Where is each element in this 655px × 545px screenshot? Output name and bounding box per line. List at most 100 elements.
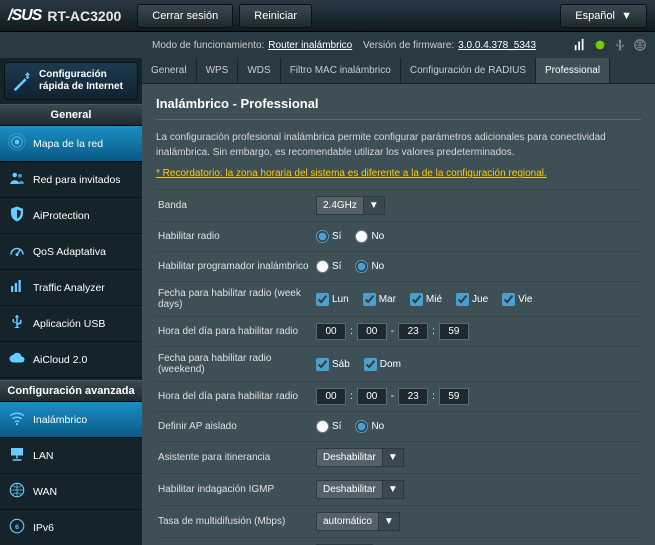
sidebar-item-label: AiCloud 2.0 [33,354,87,366]
day-Vie[interactable]: Vie [502,293,532,306]
hour1-h2[interactable] [398,323,428,340]
wan-icon [8,481,26,502]
enable-sched-label: Habilitar programador inalámbrico [156,261,316,272]
sidebar-header-general: General [0,104,142,126]
sidebar-item-label: Aplicación USB [33,318,105,330]
page-description: La configuración profesional inalámbrica… [156,130,641,160]
igmp-select[interactable]: Deshabilitar▼ [316,480,404,499]
isolated-yes[interactable]: Sí [316,420,341,433]
qos-icon [8,241,26,262]
quick-setup-button[interactable]: Configuración rápida de Internet [4,62,138,100]
sidebar-item-label: LAN [33,450,53,462]
sidebar-item-label: Traffic Analyzer [33,282,105,294]
sidebar-item-label: WAN [33,486,57,498]
cloud-icon [8,349,26,370]
sidebar-item-label: Red para invitados [33,174,121,186]
sidebar-header-advanced: Configuración avanzada [0,380,142,402]
enable-radio-no[interactable]: No [355,230,384,243]
content-area: GeneralWPSWDSFiltro MAC inalámbricoConfi… [142,58,655,545]
sidebar-item-wan[interactable]: WAN [0,474,142,510]
brand-logo: /SUS [8,7,41,25]
sidebar-item-guest[interactable]: Red para invitados [0,162,142,198]
tab-filtro-mac-inalámbrico[interactable]: Filtro MAC inalámbrico [281,58,401,83]
sidebar-item-usb[interactable]: Aplicación USB [0,306,142,342]
enable-radio-yes[interactable]: Sí [316,230,341,243]
weekdays-label: Fecha para habilitar radio (week days) [156,288,316,310]
tab-configuración-de-radius[interactable]: Configuración de RADIUS [401,58,536,83]
day-Lun[interactable]: Lun [316,293,349,306]
fw-label: Versión de firmware: [363,40,454,51]
enable-sched-no[interactable]: No [355,260,384,273]
logout-button[interactable]: Cerrar sesión [137,4,233,28]
hour2-m2[interactable] [439,388,469,405]
hour1-h1[interactable] [316,323,346,340]
enable-sched-yes[interactable]: Sí [316,260,341,273]
day-Dom[interactable]: Dom [364,358,401,371]
day-Sáb[interactable]: Sáb [316,358,350,371]
topbar: /SUS RT-AC3200 Cerrar sesión Reiniciar E… [0,0,655,32]
shield-icon [8,205,26,226]
sidebar-item-label: AiProtection [33,210,90,222]
info-bar: Modo de funcionamiento: Router inalámbri… [0,32,655,58]
hour2-m1[interactable] [357,388,387,405]
sidebar-item-label: IPv6 [33,522,54,534]
sidebar-item-label: QoS Adaptativa [33,246,106,258]
mode-label: Modo de funcionamiento: [152,40,264,51]
hour1-m2[interactable] [439,323,469,340]
multicast-select[interactable]: automático▼ [316,512,400,531]
day-Mar[interactable]: Mar [363,293,396,306]
isolated-no[interactable]: No [355,420,384,433]
page-title: Inalámbrico - Professional [156,96,641,120]
mode-value[interactable]: Router inalámbrico [268,40,352,51]
language-select[interactable]: Español ▼ [560,4,647,28]
band-label: Banda [156,200,316,211]
fw-value[interactable]: 3.0.0.4.378_5343 [458,40,536,51]
usb-icon [8,313,26,334]
roaming-select[interactable]: Deshabilitar▼ [316,448,404,467]
sidebar-item-shield[interactable]: AiProtection [0,198,142,234]
sidebar-item-label: Mapa de la red [33,138,103,150]
tab-wds[interactable]: WDS [238,58,280,83]
hour2-label: Hora del día para habilitar radio [156,391,316,402]
day-Mié[interactable]: Mié [410,293,442,306]
roaming-label: Asistente para itinerancia [156,452,316,463]
isolated-label: Definir AP aislado [156,421,316,432]
usb-icon [613,38,627,52]
hour1-m1[interactable] [357,323,387,340]
sidebar-item-qos[interactable]: QoS Adaptativa [0,234,142,270]
timezone-warning[interactable]: * Recordatorio: la zona horaria del sist… [156,168,641,179]
globe-icon [633,38,647,52]
hour1-label: Hora del día para habilitar radio [156,326,316,337]
reboot-button[interactable]: Reiniciar [239,4,312,28]
status-icons [573,38,647,52]
sidebar-item-label: Inalámbrico [33,414,87,426]
svg-text:6: 6 [15,524,19,531]
tab-professional[interactable]: Professional [536,58,610,83]
hour2-h2[interactable] [398,388,428,405]
sidebar-item-ipv6[interactable]: 6 IPv6 [0,510,142,545]
tab-general[interactable]: General [142,58,197,83]
sidebar-item-map[interactable]: Mapa de la red [0,126,142,162]
wifi-icon [8,409,26,430]
sidebar: Configuración rápida de Internet General… [0,58,142,545]
model-name: RT-AC3200 [47,8,121,24]
sidebar-item-wifi[interactable]: Inalámbrico [0,402,142,438]
igmp-label: Habilitar indagación IGMP [156,484,316,495]
day-Jue[interactable]: Jue [456,293,488,306]
magic-wand-icon [11,70,33,92]
guest-icon [8,169,26,190]
sidebar-item-cloud[interactable]: AiCloud 2.0 [0,342,142,378]
weekend-label: Fecha para habilitar radio (weekend) [156,353,316,375]
tab-bar: GeneralWPSWDSFiltro MAC inalámbricoConfi… [142,58,655,84]
map-icon [8,133,26,154]
multicast-label: Tasa de multidifusión (Mbps) [156,516,316,527]
sidebar-item-traffic[interactable]: Traffic Analyzer [0,270,142,306]
tab-wps[interactable]: WPS [197,58,239,83]
enable-radio-label: Habilitar radio [156,231,316,242]
band-select[interactable]: 2.4GHz▼ [316,196,385,215]
sidebar-item-lan[interactable]: LAN [0,438,142,474]
ipv6-icon: 6 [8,517,26,538]
traffic-icon [8,277,26,298]
hour2-h1[interactable] [316,388,346,405]
lan-icon [8,445,26,466]
